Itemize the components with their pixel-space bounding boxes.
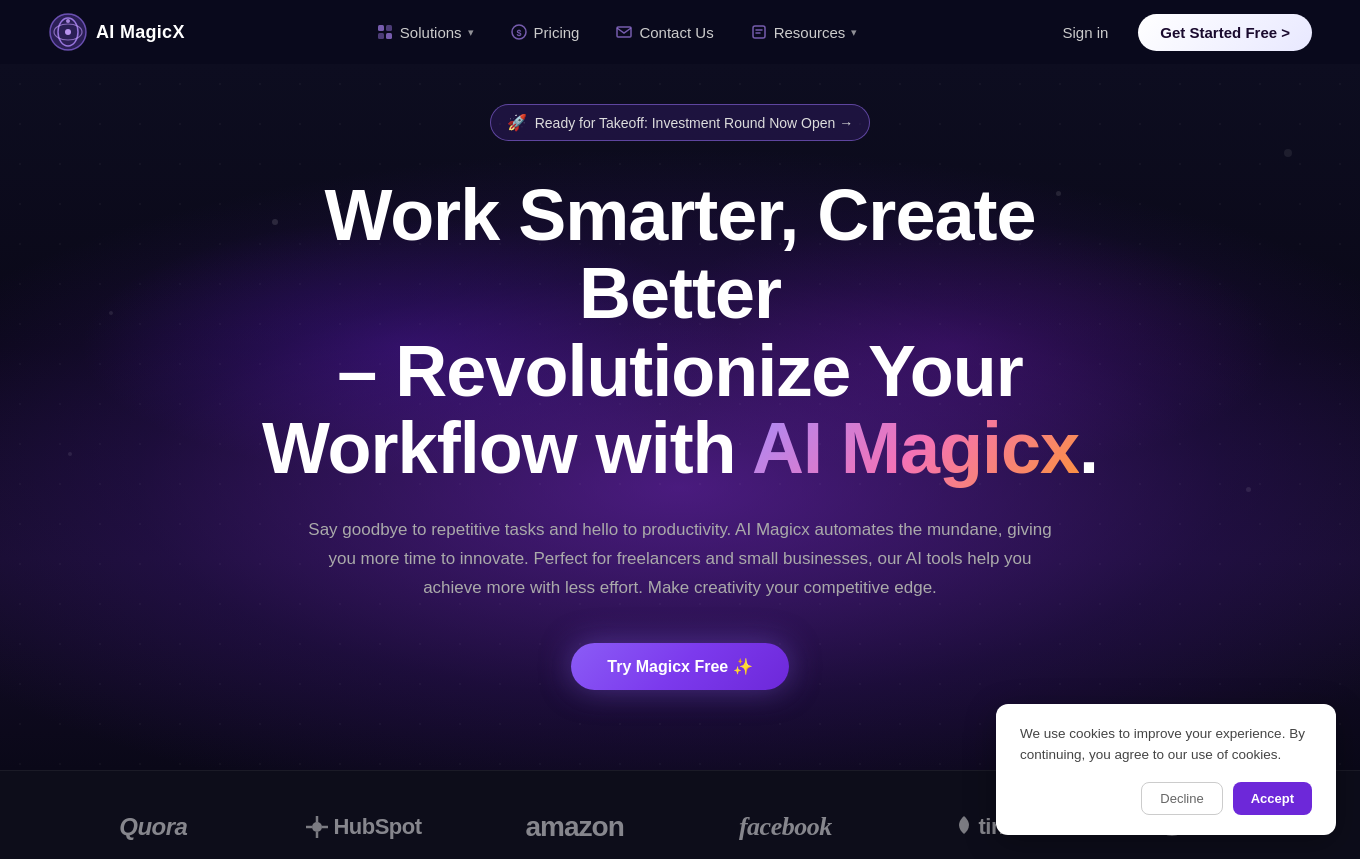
logo-quora: Quora [48,805,259,849]
logo-facebook: facebook [680,804,891,850]
hero-content: 🚀 Ready for Takeoff: Investment Round No… [230,104,1130,690]
logo[interactable]: AI MagicX [48,12,185,52]
chevron-down-icon-2: ▾ [851,26,857,39]
svg-rect-7 [378,33,384,39]
logo-amazon: amazon [469,803,680,851]
nav-resources[interactable]: Resources ▾ [736,15,872,49]
get-started-button[interactable]: Get Started Free > [1138,14,1312,51]
svg-text:$: $ [516,28,521,38]
hero-subtext: Say goodbye to repetitive tasks and hell… [300,516,1060,603]
svg-rect-11 [753,26,765,38]
logo-text: AI MagicX [96,22,185,43]
svg-point-3 [65,29,71,35]
svg-rect-6 [386,25,392,31]
chevron-down-icon: ▾ [468,26,474,39]
nav-links: Solutions ▾ $ Pricing Contact Us Resourc… [362,15,871,49]
svg-rect-5 [378,25,384,31]
cookie-decline-button[interactable]: Decline [1141,782,1222,815]
hero-section: 🚀 Ready for Takeoff: Investment Round No… [0,64,1360,770]
logo-hubspot: HubSpot [259,806,470,848]
nav-solutions[interactable]: Solutions ▾ [362,15,488,49]
nav-pricing[interactable]: $ Pricing [496,15,594,49]
nav-right: Sign in Get Started Free > [1048,14,1312,51]
svg-point-4 [66,19,70,23]
sign-in-button[interactable]: Sign in [1048,16,1122,49]
svg-point-12 [312,822,322,832]
cookie-accept-button[interactable]: Accept [1233,782,1312,815]
cookie-message: We use cookies to improve your experienc… [1020,724,1312,766]
navbar: AI MagicX Solutions ▾ $ Pricing Contact … [0,0,1360,64]
svg-rect-8 [386,33,392,39]
try-magicx-button[interactable]: Try Magicx Free ✨ [571,643,788,690]
cookie-banner: We use cookies to improve your experienc… [996,704,1336,835]
hero-headline: Work Smarter, Create Better – Revolution… [230,177,1130,488]
nav-contact[interactable]: Contact Us [601,15,727,49]
investment-badge[interactable]: 🚀 Ready for Takeoff: Investment Round No… [490,104,871,141]
rocket-icon: 🚀 [507,113,527,132]
cookie-actions: Decline Accept [1020,782,1312,815]
